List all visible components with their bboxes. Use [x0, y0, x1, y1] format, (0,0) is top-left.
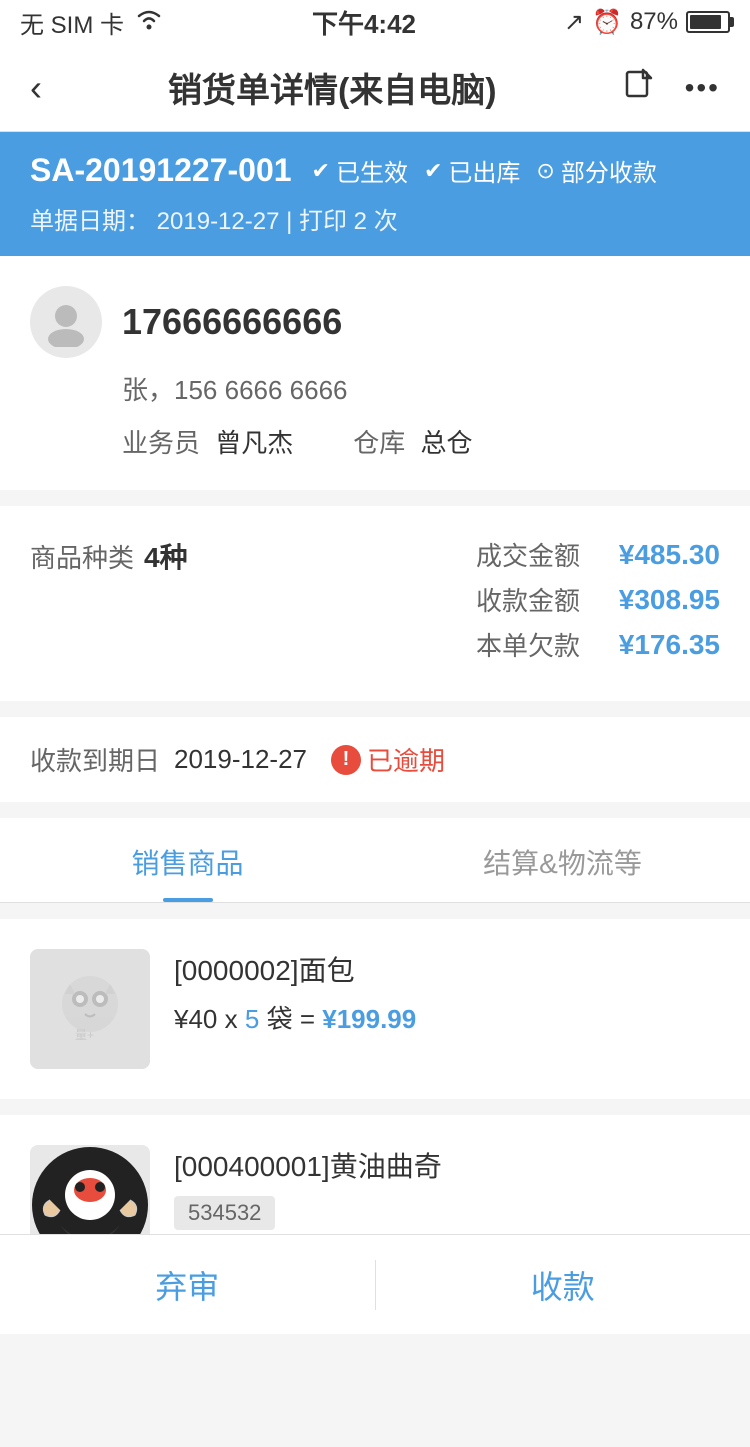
product-tag-2: 534532	[174, 1196, 275, 1230]
divider-2	[0, 701, 750, 717]
more-icon[interactable]: •••	[685, 72, 720, 104]
quantity-1: 5	[245, 1004, 259, 1034]
status-time: 下午4:42	[312, 4, 416, 41]
check-icon-1: ✔	[312, 158, 330, 184]
battery-text: 87%	[630, 8, 678, 36]
price-x-1: x	[225, 1004, 245, 1034]
customer-avatar	[30, 286, 102, 358]
clock-icon: ⊙	[536, 158, 554, 184]
page-title: 销货单详情(来自电脑)	[168, 63, 497, 112]
order-header-banner: SA-20191227-001 ✔ 已生效 ✔ 已出库 ⊙ 部分收款 单据日期：…	[0, 132, 750, 256]
tab-bar: 销售商品 结算&物流等	[0, 818, 750, 903]
tab-sales-label: 销售商品	[131, 848, 243, 879]
share-icon[interactable]	[623, 68, 655, 108]
alarm-icon: ⏰	[592, 8, 622, 37]
tab-sales-products[interactable]: 销售商品	[0, 818, 375, 902]
product-name-1: [0000002]面包	[174, 949, 720, 989]
summary-section: 商品种类 4种 成交金额 ¥485.30 收款金额 ¥308.95 本单欠款 ¥…	[0, 506, 750, 701]
customer-contact: 张，156 6666 6666	[122, 370, 720, 407]
received-label: 收款金额	[476, 581, 580, 618]
header-top-row: SA-20191227-001 ✔ 已生效 ✔ 已出库 ⊙ 部分收款	[30, 152, 720, 189]
bottom-bar: 弃审 收款	[0, 1234, 750, 1334]
total-1: ¥199.99	[322, 1004, 416, 1034]
deal-amount-row: 成交金额 ¥485.30	[476, 536, 720, 573]
nav-bar: ‹ 销货单详情(来自电脑) •••	[0, 44, 750, 132]
customer-section: 17666666666 张，156 6666 6666 业务员 曾凡杰 仓库 总…	[0, 256, 750, 490]
deal-amount-value: ¥485.30	[600, 539, 720, 571]
overdue-icon: !	[331, 745, 361, 775]
unit-1: 袋	[267, 1004, 293, 1034]
product-item: 量+ [0000002]面包 ¥40 x 5 袋 = ¥199.99	[0, 919, 750, 1099]
carrier-text: 无 SIM 卡	[20, 5, 124, 40]
product-type-label: 商品种类	[30, 538, 134, 575]
equals-1: =	[300, 1004, 322, 1034]
confirm-button[interactable]: 收款	[376, 1242, 750, 1328]
summary-left: 商品种类 4种	[30, 536, 188, 576]
back-button[interactable]: ‹	[30, 67, 42, 109]
date-label: 单据日期：	[30, 208, 150, 235]
sales-value: 曾凡杰	[215, 428, 293, 458]
summary-row: 商品种类 4种 成交金额 ¥485.30 收款金额 ¥308.95 本单欠款 ¥…	[30, 536, 720, 671]
status-right: ↗ ⏰ 87%	[564, 8, 730, 37]
overdue-label: 已逾期	[367, 741, 445, 778]
location-icon: ↗	[564, 8, 584, 37]
sales-item: 业务员 曾凡杰	[122, 423, 293, 460]
badge-shipped-label: 已出库	[448, 153, 520, 188]
tab-settlement[interactable]: 结算&物流等	[375, 818, 750, 902]
warehouse-value: 总仓	[421, 428, 473, 458]
badge-partial: ⊙ 部分收款	[536, 153, 656, 188]
customer-top-row: 17666666666	[30, 286, 720, 358]
product-name-2: [000400001]黄油曲奇	[174, 1145, 720, 1185]
debt-value: ¥176.35	[600, 629, 720, 661]
wifi-icon	[134, 8, 164, 37]
product-price-1: ¥40 x 5 袋 = ¥199.99	[174, 999, 720, 1036]
divider-3	[0, 802, 750, 818]
debt-label: 本单欠款	[476, 626, 580, 663]
due-date-value: 2019-12-27	[174, 744, 307, 775]
nav-right-actions: •••	[623, 68, 720, 108]
product-type-item: 商品种类 4种	[30, 536, 188, 576]
received-value: ¥308.95	[600, 584, 720, 616]
warehouse-label: 仓库	[353, 428, 405, 458]
deal-amount-label: 成交金额	[476, 536, 580, 573]
status-badges: ✔ 已生效 ✔ 已出库 ⊙ 部分收款	[312, 153, 657, 188]
badge-partial-label: 部分收款	[561, 153, 657, 188]
due-date-section: 收款到期日 2019-12-27 ! 已逾期	[0, 717, 750, 802]
product-placeholder-1: 量+	[30, 949, 150, 1069]
cancel-button[interactable]: 弃审	[0, 1242, 375, 1328]
badge-shipped: ✔ 已出库	[424, 153, 520, 188]
summary-right: 成交金额 ¥485.30 收款金额 ¥308.95 本单欠款 ¥176.35	[476, 536, 720, 671]
order-id: SA-20191227-001	[30, 152, 292, 189]
badge-effected-label: 已生效	[336, 153, 408, 188]
order-date-row: 单据日期： 2019-12-27 | 打印 2 次	[30, 201, 720, 236]
price-base-1: ¥40	[174, 1004, 217, 1034]
due-label: 收款到期日	[30, 741, 160, 778]
svg-text:量+: 量+	[75, 1028, 94, 1042]
product-info-1: [0000002]面包 ¥40 x 5 袋 = ¥199.99	[174, 949, 720, 1036]
overdue-badge: ! 已逾期	[331, 741, 445, 778]
status-left: 无 SIM 卡	[20, 5, 164, 40]
product-list: 量+ [0000002]面包 ¥40 x 5 袋 = ¥199.99	[0, 903, 750, 1447]
warehouse-item: 仓库 总仓	[353, 423, 472, 460]
print-info: | 打印 2 次	[286, 208, 398, 235]
debt-amount-row: 本单欠款 ¥176.35	[476, 626, 720, 663]
divider-1	[0, 490, 750, 506]
battery-icon	[686, 11, 730, 33]
tab-settlement-label: 结算&物流等	[483, 848, 642, 879]
status-bar: 无 SIM 卡 下午4:42 ↗ ⏰ 87%	[0, 0, 750, 44]
customer-name: 17666666666	[122, 301, 342, 343]
order-date: 2019-12-27	[157, 208, 280, 235]
customer-meta-row: 业务员 曾凡杰 仓库 总仓	[122, 423, 720, 460]
product-type-value: 4种	[144, 536, 188, 576]
badge-effected: ✔ 已生效	[312, 153, 408, 188]
sales-label: 业务员	[122, 428, 200, 458]
check-icon-2: ✔	[424, 158, 442, 184]
received-amount-row: 收款金额 ¥308.95	[476, 581, 720, 618]
product-thumb-1: 量+	[30, 949, 150, 1069]
